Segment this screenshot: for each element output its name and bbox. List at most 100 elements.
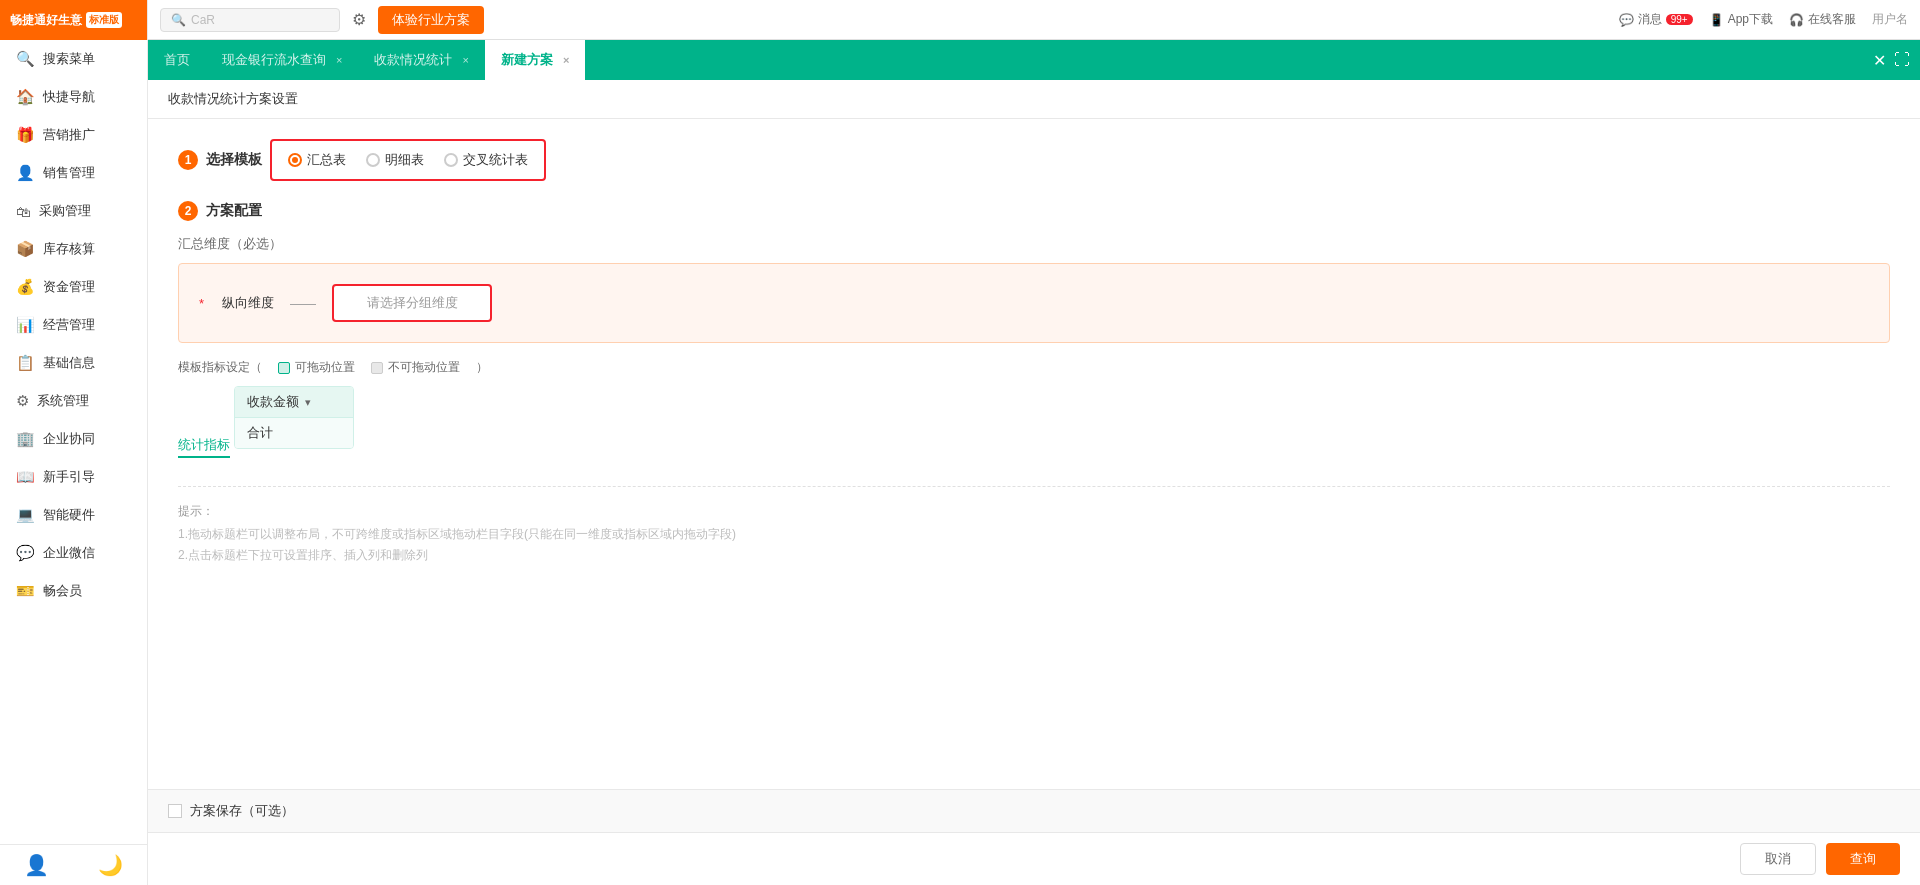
dimension-row-label: 纵向维度 bbox=[222, 294, 274, 312]
required-star: * bbox=[199, 296, 204, 311]
radio-detail-circle bbox=[366, 153, 380, 167]
metrics-title: 统计指标 bbox=[178, 436, 230, 458]
chevron-down-icon: ▾ bbox=[305, 396, 311, 409]
industry-plan-button[interactable]: 体验行业方案 bbox=[378, 6, 484, 34]
member-icon: 🎫 bbox=[16, 582, 35, 600]
sidebar-item-label: 企业微信 bbox=[43, 544, 95, 562]
sidebar-item-label: 资金管理 bbox=[43, 278, 95, 296]
sidebar-item-operation[interactable]: 📊 经营管理 bbox=[0, 306, 147, 344]
window-close-icon[interactable]: ✕ bbox=[1873, 51, 1886, 70]
guide-icon: 📖 bbox=[16, 468, 35, 486]
sidebar-item-label: 库存核算 bbox=[43, 240, 95, 258]
fixed-legend: 不可拖动位置 bbox=[371, 359, 460, 376]
step1-num: 1 bbox=[178, 150, 198, 170]
sidebar-item-hardware[interactable]: 💻 智能硬件 bbox=[0, 496, 147, 534]
tab-collection-stats[interactable]: 收款情况统计 × bbox=[358, 40, 484, 80]
fixed-legend-dot bbox=[371, 362, 383, 374]
tab-home[interactable]: 首页 bbox=[148, 40, 206, 80]
sidebar-item-inventory[interactable]: 📦 库存核算 bbox=[0, 230, 147, 268]
sidebar-item-sales[interactable]: 👤 销售管理 bbox=[0, 154, 147, 192]
sidebar-item-quick-nav[interactable]: 🏠 快捷导航 bbox=[0, 78, 147, 116]
sidebar-item-finance[interactable]: 💰 资金管理 bbox=[0, 268, 147, 306]
download-label: App下载 bbox=[1728, 11, 1773, 28]
window-expand-icon[interactable]: ⛶ bbox=[1894, 51, 1910, 69]
quick-nav-icon: 🏠 bbox=[16, 88, 35, 106]
tips-item-2: 2.点击标题栏下拉可设置排序、插入列和删除列 bbox=[178, 547, 1890, 564]
draggable-legend-label: 可拖动位置 bbox=[295, 359, 355, 376]
settings-icon[interactable]: ⚙ bbox=[352, 10, 366, 29]
inventory-icon: 📦 bbox=[16, 240, 35, 258]
step1-header: 1 选择模板 汇总表 明细表 交叉统计表 bbox=[178, 139, 1890, 181]
dimension-section-label: 汇总维度（必选） bbox=[178, 235, 1890, 253]
sidebar-item-search-menu[interactable]: 🔍 搜索菜单 bbox=[0, 40, 147, 78]
template-selection-box: 汇总表 明细表 交叉统计表 bbox=[270, 139, 546, 181]
save-checkbox[interactable] bbox=[168, 804, 182, 818]
weixin-icon: 💬 bbox=[16, 544, 35, 562]
arrow-icon: —— bbox=[290, 296, 316, 311]
radio-cross[interactable]: 交叉统计表 bbox=[444, 151, 528, 169]
metrics-column-sub: 合计 bbox=[235, 418, 353, 448]
query-button[interactable]: 查询 bbox=[1826, 843, 1900, 875]
message-button[interactable]: 💬 消息 99+ bbox=[1619, 11, 1693, 28]
topbar-right: 💬 消息 99+ 📱 App下载 🎧 在线客服 用户名 bbox=[1619, 11, 1908, 28]
logo-text: 畅捷通好生意 bbox=[10, 12, 82, 29]
sidebar-item-weixin[interactable]: 💬 企业微信 bbox=[0, 534, 147, 572]
topbar: 🔍 CaR ⚙ 体验行业方案 💬 消息 99+ 📱 App下载 🎧 在线客服 用… bbox=[148, 0, 1920, 40]
sidebar-item-system[interactable]: ⚙ 系统管理 bbox=[0, 382, 147, 420]
sidebar-bottom-icon-2[interactable]: 🌙 bbox=[98, 853, 123, 877]
sidebar-bottom: 👤 🌙 bbox=[0, 844, 147, 885]
topbar-search-text: CaR bbox=[191, 13, 215, 27]
sidebar-item-label: 智能硬件 bbox=[43, 506, 95, 524]
metrics-column-header[interactable]: 收款金额 ▾ bbox=[235, 387, 353, 418]
sidebar-item-marketing[interactable]: 🎁 营销推广 bbox=[0, 116, 147, 154]
tab-new-plan-close[interactable]: × bbox=[563, 54, 569, 66]
step1-section: 1 选择模板 汇总表 明细表 交叉统计表 bbox=[178, 139, 1890, 181]
tab-collection-stats-label: 收款情况统计 bbox=[374, 51, 452, 69]
sidebar-bottom-icon-1[interactable]: 👤 bbox=[24, 853, 49, 877]
online-service-button[interactable]: 🎧 在线客服 bbox=[1789, 11, 1856, 28]
service-icon: 🎧 bbox=[1789, 13, 1804, 27]
radio-detail-label: 明细表 bbox=[385, 151, 424, 169]
username-text: 用户名 bbox=[1872, 11, 1908, 28]
sidebar-item-enterprise[interactable]: 🏢 企业协同 bbox=[0, 420, 147, 458]
sidebar-item-basic-info[interactable]: 📋 基础信息 bbox=[0, 344, 147, 382]
tab-bank-flow-close[interactable]: × bbox=[336, 54, 342, 66]
sidebar-logo: 畅捷通好生意 标准版 bbox=[0, 0, 147, 40]
sidebar-item-member[interactable]: 🎫 畅会员 bbox=[0, 572, 147, 610]
metrics-column-name: 收款金额 bbox=[247, 393, 299, 411]
app-download-button[interactable]: 📱 App下载 bbox=[1709, 11, 1773, 28]
hardware-icon: 💻 bbox=[16, 506, 35, 524]
draggable-legend: 可拖动位置 bbox=[278, 359, 355, 376]
tab-new-plan[interactable]: 新建方案 × bbox=[485, 40, 585, 80]
message-badge: 99+ bbox=[1666, 14, 1693, 25]
tab-bank-flow-label: 现金银行流水查询 bbox=[222, 51, 326, 69]
dimension-config: 汇总维度（必选） * 纵向维度 —— 请选择分组维度 模板指标设定（ 可拖动位置 bbox=[178, 235, 1890, 466]
search-menu-icon: 🔍 bbox=[16, 50, 35, 68]
tab-bank-flow[interactable]: 现金银行流水查询 × bbox=[206, 40, 358, 80]
sidebar-item-label: 畅会员 bbox=[43, 582, 82, 600]
metrics-header-text: 模板指标设定（ bbox=[178, 359, 262, 376]
sales-icon: 👤 bbox=[16, 164, 35, 182]
sidebar-item-label: 新手引导 bbox=[43, 468, 95, 486]
dimension-area: * 纵向维度 —— 请选择分组维度 bbox=[178, 263, 1890, 343]
sidebar-item-guide[interactable]: 📖 新手引导 bbox=[0, 458, 147, 496]
tips-title: 提示： bbox=[178, 503, 1890, 520]
footer-section: 方案保存（可选） bbox=[148, 789, 1920, 832]
metrics-header-close: ） bbox=[476, 359, 488, 376]
radio-cross-circle bbox=[444, 153, 458, 167]
cancel-button[interactable]: 取消 bbox=[1740, 843, 1816, 875]
sidebar-item-label: 营销推广 bbox=[43, 126, 95, 144]
radio-summary[interactable]: 汇总表 bbox=[288, 151, 346, 169]
tab-home-label: 首页 bbox=[164, 51, 190, 69]
system-icon: ⚙ bbox=[16, 392, 29, 410]
page-content: 收款情况统计方案设置 1 选择模板 汇总表 明细表 bbox=[148, 80, 1920, 885]
sidebar: 畅捷通好生意 标准版 🔍 搜索菜单 🏠 快捷导航 🎁 营销推广 👤 销售管理 🛍… bbox=[0, 0, 148, 885]
tabbar-right-controls: ✕ ⛶ bbox=[1873, 51, 1920, 70]
logo-badge: 标准版 bbox=[86, 12, 122, 28]
tab-collection-stats-close[interactable]: × bbox=[462, 54, 468, 66]
dimension-select[interactable]: 请选择分组维度 bbox=[332, 284, 492, 322]
radio-summary-circle bbox=[288, 153, 302, 167]
radio-detail[interactable]: 明细表 bbox=[366, 151, 424, 169]
sidebar-item-purchase[interactable]: 🛍 采购管理 bbox=[0, 192, 147, 230]
tips-section: 提示： 1.拖动标题栏可以调整布局，不可跨维度或指标区域拖动栏目字段(只能在同一… bbox=[178, 486, 1890, 564]
